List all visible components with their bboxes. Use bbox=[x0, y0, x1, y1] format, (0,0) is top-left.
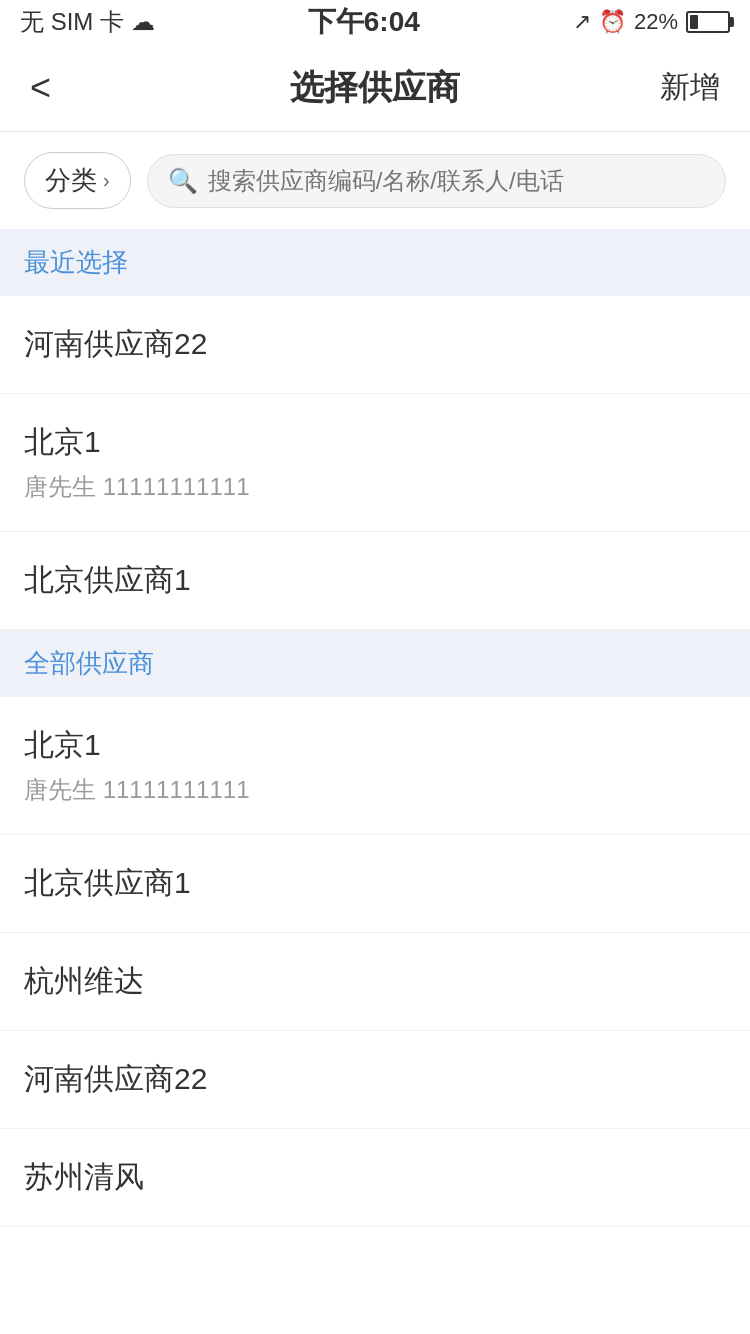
all-list: 北京1 唐先生 11111111111 北京供应商1 杭州维达河南供应商22 苏州清风 bbox=[0, 697, 750, 1227]
item-name: 北京1 bbox=[24, 725, 726, 766]
location-icon: ↗ bbox=[573, 9, 591, 35]
item-name: 河南供应商22 bbox=[24, 1059, 726, 1100]
list-item[interactable]: 北京1 唐先生 11111111111 bbox=[0, 394, 750, 532]
list-item[interactable]: 杭州维达 bbox=[0, 933, 750, 1031]
item-name: 北京供应商1 bbox=[24, 863, 726, 904]
category-label: 分类 bbox=[45, 163, 97, 198]
status-bar: 无 SIM 卡 ☁ 下午6:04 ↗ ⏰ 22% bbox=[0, 0, 750, 44]
list-item[interactable]: 北京1 唐先生 11111111111 bbox=[0, 697, 750, 835]
item-name: 北京供应商1 bbox=[24, 560, 726, 601]
item-contact: 唐先生 11111111111 bbox=[24, 471, 726, 503]
battery-icon bbox=[686, 11, 730, 33]
all-section-header: 全部供应商 bbox=[0, 630, 750, 697]
status-time: 下午6:04 bbox=[308, 3, 420, 41]
alarm-icon: ⏰ bbox=[599, 9, 626, 35]
list-item[interactable]: 北京供应商1 bbox=[0, 532, 750, 630]
nav-bar: < 选择供应商 新增 bbox=[0, 44, 750, 132]
status-left: 无 SIM 卡 ☁ bbox=[20, 6, 155, 38]
list-item[interactable]: 苏州清风 bbox=[0, 1129, 750, 1227]
back-button[interactable]: < bbox=[30, 67, 90, 109]
filter-bar: 分类 › 🔍 bbox=[0, 132, 750, 229]
add-button[interactable]: 新增 bbox=[660, 67, 720, 108]
recent-list: 河南供应商22 北京1 唐先生 11111111111 北京供应商1 bbox=[0, 296, 750, 630]
search-box[interactable]: 🔍 bbox=[147, 154, 726, 208]
battery-fill bbox=[690, 15, 698, 29]
chevron-right-icon: › bbox=[103, 169, 110, 192]
sim-status: 无 SIM 卡 ☁ bbox=[20, 6, 155, 38]
list-item[interactable]: 河南供应商22 bbox=[0, 296, 750, 394]
item-name: 北京1 bbox=[24, 422, 726, 463]
search-icon: 🔍 bbox=[168, 167, 198, 195]
status-right: ↗ ⏰ 22% bbox=[573, 9, 730, 35]
battery-percent: 22% bbox=[634, 9, 678, 35]
item-name: 杭州维达 bbox=[24, 961, 726, 1002]
item-contact: 唐先生 11111111111 bbox=[24, 774, 726, 806]
list-item[interactable]: 北京供应商1 bbox=[0, 835, 750, 933]
list-item[interactable]: 河南供应商22 bbox=[0, 1031, 750, 1129]
recent-section-header: 最近选择 bbox=[0, 229, 750, 296]
category-filter[interactable]: 分类 › bbox=[24, 152, 131, 209]
item-name: 河南供应商22 bbox=[24, 324, 726, 365]
page-title: 选择供应商 bbox=[290, 65, 460, 111]
item-name: 苏州清风 bbox=[24, 1157, 726, 1198]
search-input[interactable] bbox=[208, 167, 705, 195]
